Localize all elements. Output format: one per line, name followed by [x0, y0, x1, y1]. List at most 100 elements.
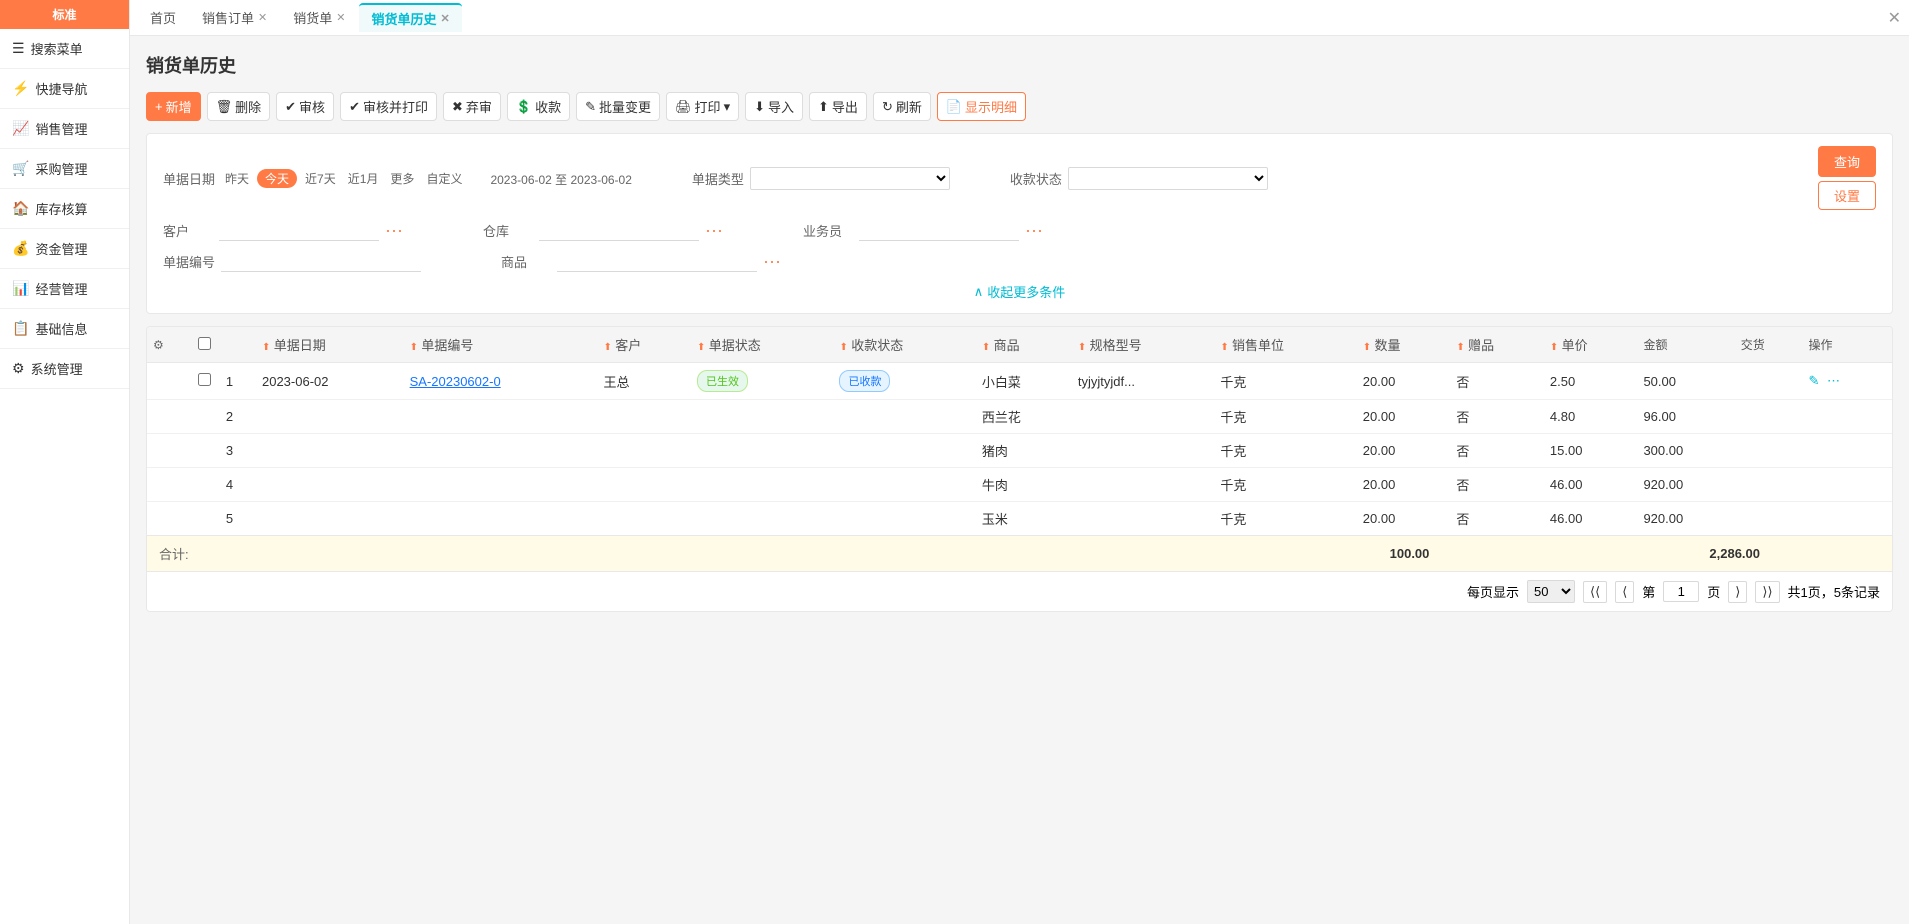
cell-gift: 否 [1450, 400, 1544, 434]
sidebar-item-finance-mgmt[interactable]: 💰 资金管理 [0, 229, 129, 269]
delete-button[interactable]: 🗑 删除 [207, 92, 271, 121]
page-number-input[interactable]: 1 [1663, 581, 1699, 602]
customer-input[interactable] [219, 221, 379, 241]
sidebar-item-sales-mgmt[interactable]: 📈 销售管理 [0, 109, 129, 149]
page-size-select[interactable]: 20 50 100 [1527, 580, 1575, 603]
next-page-button[interactable]: ⟩ [1728, 581, 1747, 603]
select-all-checkbox[interactable] [198, 337, 211, 350]
warehouse-more-icon[interactable]: ··· [705, 220, 723, 241]
column-customer[interactable]: ⬆ 客户 [597, 327, 691, 363]
tab-home[interactable]: 首页 [138, 4, 188, 31]
column-goods[interactable]: ⬆ 商品 [976, 327, 1072, 363]
sidebar-item-search-menu[interactable]: ☰ 搜索菜单 [0, 29, 129, 69]
column-quantity[interactable]: ⬆ 数量 [1357, 327, 1451, 363]
column-transaction: 交货 [1735, 327, 1803, 363]
date-btn-more[interactable]: 更多 [386, 169, 418, 188]
column-gear[interactable]: ⚙ [147, 327, 190, 363]
date-btn-7days[interactable]: 近7天 [301, 169, 340, 188]
abandon-button[interactable]: ✖ 弃审 [443, 92, 501, 121]
date-btn-yesterday[interactable]: 昨天 [221, 169, 253, 188]
new-button[interactable]: + 新增 [146, 92, 201, 121]
collect-status-select[interactable] [1068, 167, 1268, 190]
edit-op-button[interactable]: ✎ [1809, 373, 1820, 388]
goods-more-icon[interactable]: ··· [763, 251, 781, 272]
show-detail-icon: 📄 [946, 99, 962, 115]
audit-print-icon: ✔ [349, 99, 360, 115]
column-collect-status[interactable]: ⬆ 收款状态 [833, 327, 975, 363]
sidebar-item-purchase-mgmt[interactable]: 🛒 采购管理 [0, 149, 129, 189]
warehouse-input[interactable] [539, 221, 699, 241]
cell-sales-unit: 千克 [1214, 400, 1356, 434]
audit-button[interactable]: ✔ 审核 [276, 92, 334, 121]
collect-button[interactable]: 💲 收款 [507, 92, 570, 121]
doc-type-select[interactable] [750, 167, 950, 190]
import-button[interactable]: ⬇ 导入 [745, 92, 803, 121]
setting-button[interactable]: 设置 [1818, 181, 1876, 210]
tab-sales-goods-history-close[interactable]: ✕ [441, 12, 450, 25]
date-btn-today[interactable]: 今天 [257, 169, 297, 188]
export-button[interactable]: ⬆ 导出 [809, 92, 867, 121]
salesperson-more-icon[interactable]: ··· [1025, 220, 1043, 241]
row-checkbox[interactable] [198, 373, 211, 386]
goods-input[interactable] [557, 252, 757, 272]
close-all-tabs-button[interactable]: ✕ [1888, 8, 1901, 28]
sidebar-item-inventory[interactable]: 🏠 库存核算 [0, 189, 129, 229]
prev-page-button[interactable]: ⟨ [1615, 581, 1634, 603]
first-page-button[interactable]: ⟨⟨ [1583, 581, 1607, 603]
cell-operation [1803, 400, 1892, 434]
tab-sales-order-close[interactable]: ✕ [258, 11, 267, 24]
tab-sales-order[interactable]: 销售订单 ✕ [190, 4, 279, 31]
new-label: 新增 [166, 97, 192, 116]
column-doc-status[interactable]: ⬆ 单据状态 [691, 327, 833, 363]
cell-sales-unit: 千克 [1214, 468, 1356, 502]
column-unit-price[interactable]: ⬆ 单价 [1544, 327, 1638, 363]
show-detail-button[interactable]: 📄 显示明细 [937, 92, 1026, 121]
sidebar-item-operations-mgmt[interactable]: 📊 经营管理 [0, 269, 129, 309]
cell-collect-status [833, 434, 975, 468]
table-body: 1 2023-06-02 SA-20230602-0 王总 已生效 已收款 小白… [147, 363, 1892, 536]
tab-sales-goods-close[interactable]: ✕ [336, 11, 345, 24]
cell-transaction [1735, 363, 1803, 400]
query-button[interactable]: 查询 [1818, 146, 1876, 177]
salesperson-input[interactable] [859, 221, 1019, 241]
cell-row-no: 1 [220, 363, 256, 400]
batch-change-button[interactable]: ✎ 批量变更 [576, 92, 660, 121]
tab-sales-goods[interactable]: 销货单 ✕ [281, 4, 357, 31]
date-btn-1month[interactable]: 近1月 [344, 169, 383, 188]
cell-goods: 小白菜 [976, 363, 1072, 400]
cell-unit-price: 4.80 [1544, 400, 1638, 434]
collapse-arrow-icon: ∧ [974, 284, 984, 300]
doc-no-input[interactable] [221, 252, 421, 272]
print-button[interactable]: 🖨 打印 ▾ [666, 92, 739, 121]
date-btn-custom[interactable]: 自定义 [422, 169, 466, 188]
filter-collect-status-item: 收款状态 [1010, 167, 1268, 190]
footer-total-amount: 2,286.00 [1709, 546, 1760, 561]
audit-print-button[interactable]: ✔ 审核并打印 [340, 92, 437, 121]
column-doc-date[interactable]: ⬆ 单据日期 [256, 327, 404, 363]
customer-more-icon[interactable]: ··· [385, 220, 403, 241]
column-doc-no[interactable]: ⬆ 单据编号 [404, 327, 598, 363]
cell-transaction [1735, 400, 1803, 434]
customer-label: 客户 [163, 221, 213, 240]
doc-no-link[interactable]: SA-20230602-0 [410, 374, 501, 389]
table: ⚙ ⬆ 单据日期 ⬆ 单据编号 ⬆ 客户 ⬆ 单据状态 ⬆ 收款状态 ⬆ 商品 … [147, 327, 1892, 535]
cell-amount: 920.00 [1637, 502, 1734, 536]
doc-status-badge: 已生效 [697, 370, 748, 392]
collapse-filter-button[interactable]: ∧ 收起更多条件 [163, 282, 1876, 301]
filter-panel: 单据日期 昨天 今天 近7天 近1月 更多 自定义 2023-06-02 至 2… [146, 133, 1893, 314]
refresh-button[interactable]: ↻ 刷新 [873, 92, 931, 121]
table-row: 1 2023-06-02 SA-20230602-0 王总 已生效 已收款 小白… [147, 363, 1892, 400]
sidebar-item-basic-info[interactable]: 📋 基础信息 [0, 309, 129, 349]
tab-sales-goods-history[interactable]: 销货单历史 ✕ [359, 3, 461, 32]
sort-icon: ⬆ [1456, 342, 1464, 353]
more-op-button[interactable]: ⋯ [1827, 373, 1840, 388]
sidebar-item-system-mgmt[interactable]: ⚙ 系统管理 [0, 349, 129, 389]
sidebar-item-quick-nav[interactable]: ⚡ 快捷导航 [0, 69, 129, 109]
filter-row-1: 单据日期 昨天 今天 近7天 近1月 更多 自定义 2023-06-02 至 2… [163, 146, 1876, 210]
cell-checkbox [190, 434, 220, 468]
column-gift[interactable]: ⬆ 赠品 [1450, 327, 1544, 363]
cell-goods: 牛肉 [976, 468, 1072, 502]
column-sales-unit[interactable]: ⬆ 销售单位 [1214, 327, 1356, 363]
last-page-button[interactable]: ⟩⟩ [1755, 581, 1779, 603]
column-spec-type[interactable]: ⬆ 规格型号 [1072, 327, 1214, 363]
